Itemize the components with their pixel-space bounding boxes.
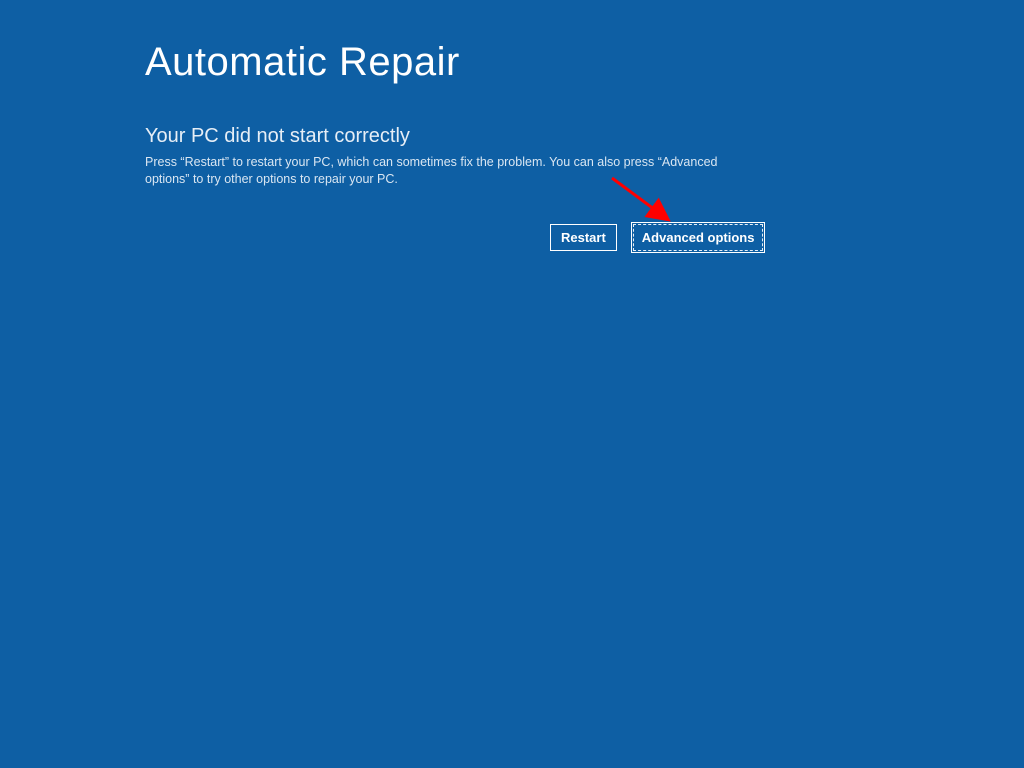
page-subtitle: Your PC did not start correctly: [145, 125, 775, 148]
page-title: Automatic Repair: [145, 40, 775, 85]
advanced-options-button[interactable]: Advanced options: [633, 224, 764, 251]
description-text: Press “Restart” to restart your PC, whic…: [145, 154, 745, 188]
content-area: Automatic Repair Your PC did not start c…: [145, 40, 775, 188]
recovery-screen: Automatic Repair Your PC did not start c…: [0, 0, 1024, 768]
restart-button[interactable]: Restart: [550, 224, 617, 251]
action-button-row: Restart Advanced options: [550, 224, 763, 251]
